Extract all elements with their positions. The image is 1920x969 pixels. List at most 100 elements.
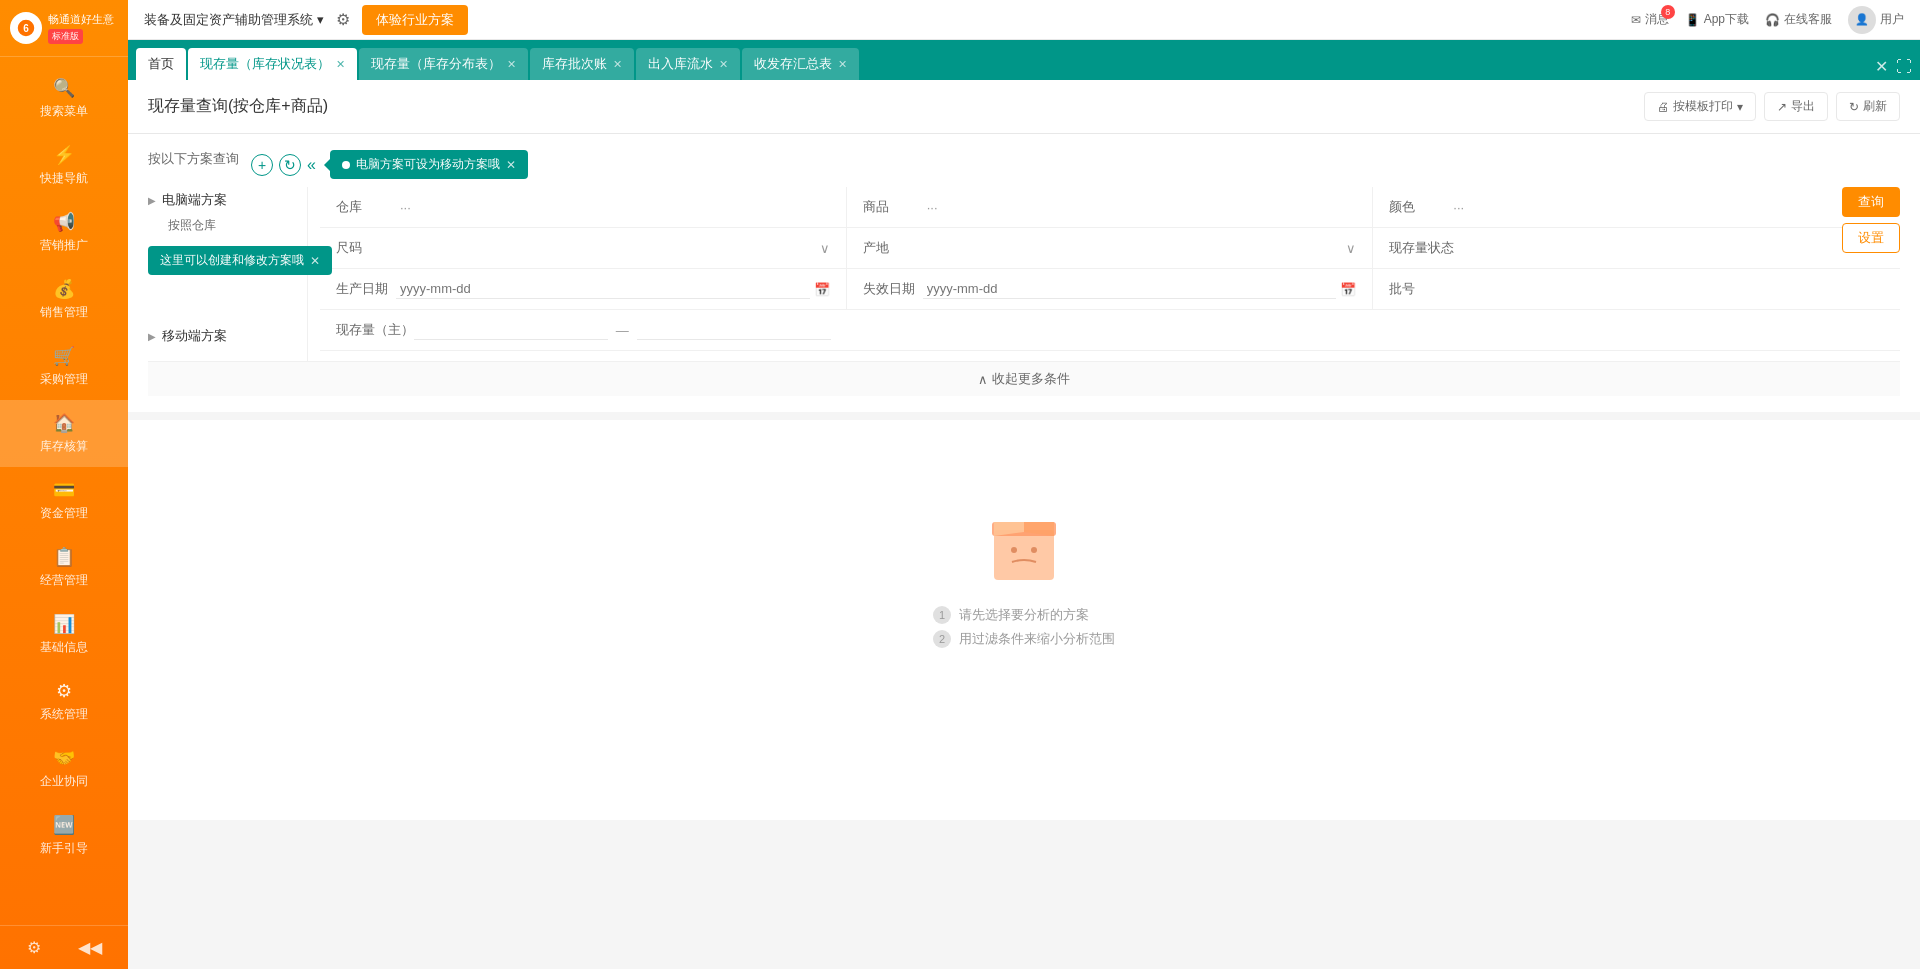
add-scheme-btn[interactable]: + [251, 154, 273, 176]
sidebar-item-operations[interactable]: 📋 经营管理 [0, 534, 128, 601]
logo-icon: 6 [10, 12, 42, 44]
settings-btn[interactable]: 设置 [1842, 223, 1900, 253]
refresh-btn[interactable]: ↻ 刷新 [1836, 92, 1900, 121]
plan-tree-pc[interactable]: ▶ 电脑端方案 [148, 187, 295, 213]
edit-tooltip-close[interactable]: ✕ [310, 254, 320, 268]
scheme-tooltip-close[interactable]: ✕ [506, 158, 516, 172]
tab-home[interactable]: 首页 [136, 48, 186, 80]
sidebar-item-label-sales: 销售管理 [40, 304, 88, 321]
tab-inout-flow[interactable]: 出入库流水 ✕ [636, 48, 740, 80]
page-title: 现存量查询(按仓库+商品) [148, 96, 328, 117]
plan-tree-pc-label: 电脑端方案 [162, 191, 227, 209]
proddate-cal-icon[interactable]: 📅 [814, 282, 830, 297]
export-btn[interactable]: ↗ 导出 [1764, 92, 1828, 121]
sidebar-item-label-enterprise: 企业协同 [40, 773, 88, 790]
tab-home-label: 首页 [148, 55, 174, 73]
maximize-btn[interactable]: ⛶ [1896, 58, 1912, 76]
headset-icon: 🎧 [1765, 13, 1780, 27]
quantity-sep: — [616, 323, 629, 338]
app-download-action[interactable]: 📱 App下载 [1685, 11, 1749, 28]
tab-inventory-dist[interactable]: 现存量（库存分布表） ✕ [359, 48, 528, 80]
sidebar-item-finance[interactable]: 💳 资金管理 [0, 467, 128, 534]
tab-inventory-dist-label: 现存量（库存分布表） [371, 55, 501, 73]
filter-cell-stock-status: 现存量状态 ∨ [1373, 228, 1900, 268]
back-arrow-btn[interactable]: « [307, 156, 316, 174]
message-icon: ✉ [1631, 13, 1641, 27]
finance-icon: 💳 [53, 479, 75, 501]
sidebar-item-sales[interactable]: 💰 销售管理 [0, 266, 128, 333]
tab-recv-send-close[interactable]: ✕ [838, 58, 847, 71]
plan-tree-pc-item1[interactable]: 按照仓库 [168, 213, 295, 238]
refresh-icon: ↻ [1849, 100, 1859, 114]
stock-min-input[interactable] [414, 320, 608, 340]
color-dots[interactable]: ··· [1449, 200, 1468, 215]
tab-batch-ledger[interactable]: 库存批次账 ✕ [530, 48, 634, 80]
logo-text: 畅通道好生意 [48, 12, 114, 26]
plan-tree-pc-sub: 按照仓库 [168, 213, 295, 238]
trial-button[interactable]: 体验行业方案 [362, 5, 468, 35]
print-template-btn[interactable]: 🖨 按模板打印 ▾ [1644, 92, 1756, 121]
sidebar-item-system[interactable]: ⚙ 系统管理 [0, 668, 128, 735]
tab-batch-ledger-close[interactable]: ✕ [613, 58, 622, 71]
collapse-btn[interactable]: ∧ 收起更多条件 [148, 361, 1900, 396]
refresh-scheme-btn[interactable]: ↻ [279, 154, 301, 176]
tab-inventory-dist-close[interactable]: ✕ [507, 58, 516, 71]
proddate-label: 生产日期 [336, 280, 396, 298]
sidebar-item-purchase[interactable]: 🛒 采购管理 [0, 333, 128, 400]
plan-tree-mobile[interactable]: ▶ 移动端方案 [148, 323, 295, 349]
tab-recv-send[interactable]: 收发存汇总表 ✕ [742, 48, 859, 80]
sidebar-item-quicknav[interactable]: ⚡ 快捷导航 [0, 132, 128, 199]
tab-recv-send-label: 收发存汇总表 [754, 55, 832, 73]
expiredate-cal-icon[interactable]: 📅 [1340, 282, 1356, 297]
warehouse-dots[interactable]: ··· [396, 200, 415, 215]
scheme-tooltip-bubble: 电脑方案可设为移动方案哦 ✕ [330, 150, 528, 179]
sidebar-item-marketing[interactable]: 📢 营销推广 [0, 199, 128, 266]
sidebar-item-enterprise[interactable]: 🤝 企业协同 [0, 735, 128, 802]
tab-inventory-status-close[interactable]: ✕ [336, 58, 345, 71]
page-header: 现存量查询(按仓库+商品) 🖨 按模板打印 ▾ ↗ 导出 ↻ 刷新 [128, 80, 1920, 134]
sidebar-item-inventory[interactable]: 🏠 库存核算 [0, 400, 128, 467]
sidebar-item-base[interactable]: 📊 基础信息 [0, 601, 128, 668]
filter-cell-product: 商品 ··· [847, 187, 1374, 227]
system-name-select[interactable]: 装备及固定资产辅助管理系统 ▾ [144, 11, 324, 29]
sidebar-settings-btn[interactable]: ⚙ [27, 938, 41, 957]
stock-max-input[interactable] [637, 320, 831, 340]
tip-num-1: 1 [933, 606, 951, 624]
product-dots[interactable]: ··· [923, 200, 942, 215]
main-content: 现存量查询(按仓库+商品) 🖨 按模板打印 ▾ ↗ 导出 ↻ 刷新 [128, 80, 1920, 969]
size-label: 尺码 [336, 239, 396, 257]
tip-num-2: 2 [933, 630, 951, 648]
svg-point-5 [1031, 547, 1037, 553]
tab-inout-flow-close[interactable]: ✕ [719, 58, 728, 71]
add-icon: + [258, 157, 266, 173]
empty-svg [974, 500, 1074, 590]
filter-cell-origin: 产地 ∨ [847, 228, 1374, 268]
tab-inventory-status[interactable]: 现存量（库存状况表） ✕ [188, 48, 357, 80]
quicknav-icon: ⚡ [53, 144, 75, 166]
header: 装备及固定资产辅助管理系统 ▾ ⚙ 体验行业方案 ✉ 消息 8 📱 App下载 … [128, 0, 1920, 40]
enterprise-icon: 🤝 [53, 747, 75, 769]
sales-icon: 💰 [53, 278, 75, 300]
empty-tip-2: 2 用过滤条件来缩小分析范围 [933, 630, 1115, 648]
support-action[interactable]: 🎧 在线客服 [1765, 11, 1832, 28]
header-right: ✉ 消息 8 📱 App下载 🎧 在线客服 👤 用户 [1631, 6, 1904, 34]
query-action-btns: 查询 设置 [1842, 187, 1900, 253]
inventory-icon: 🏠 [53, 412, 75, 434]
close-all-tabs-btn[interactable]: ✕ [1875, 57, 1888, 76]
sidebar-item-label-finance: 资金管理 [40, 505, 88, 522]
sidebar-item-guide[interactable]: 🆕 新手引导 [0, 802, 128, 869]
user-action[interactable]: 👤 用户 [1848, 6, 1904, 34]
edit-tooltip: 这里可以创建和修改方案哦 ✕ [148, 246, 332, 275]
query-btn[interactable]: 查询 [1842, 187, 1900, 217]
expand-pc-icon: ▶ [148, 195, 156, 206]
sidebar-item-search[interactable]: 🔍 搜索菜单 [0, 65, 128, 132]
header-settings-icon[interactable]: ⚙ [336, 10, 350, 29]
expiredate-label: 失效日期 [863, 280, 923, 298]
query-area: 按以下方案查询 + ↻ « 电脑方案可设为移动方案哦 ✕ [128, 134, 1920, 412]
purchase-icon: 🛒 [53, 345, 75, 367]
notification-action[interactable]: ✉ 消息 8 [1631, 11, 1669, 28]
logo-badge: 标准版 [48, 29, 83, 44]
expiredate-input[interactable] [923, 279, 1337, 299]
proddate-input[interactable] [396, 279, 810, 299]
sidebar-collapse-btn[interactable]: ◀◀ [78, 938, 102, 957]
